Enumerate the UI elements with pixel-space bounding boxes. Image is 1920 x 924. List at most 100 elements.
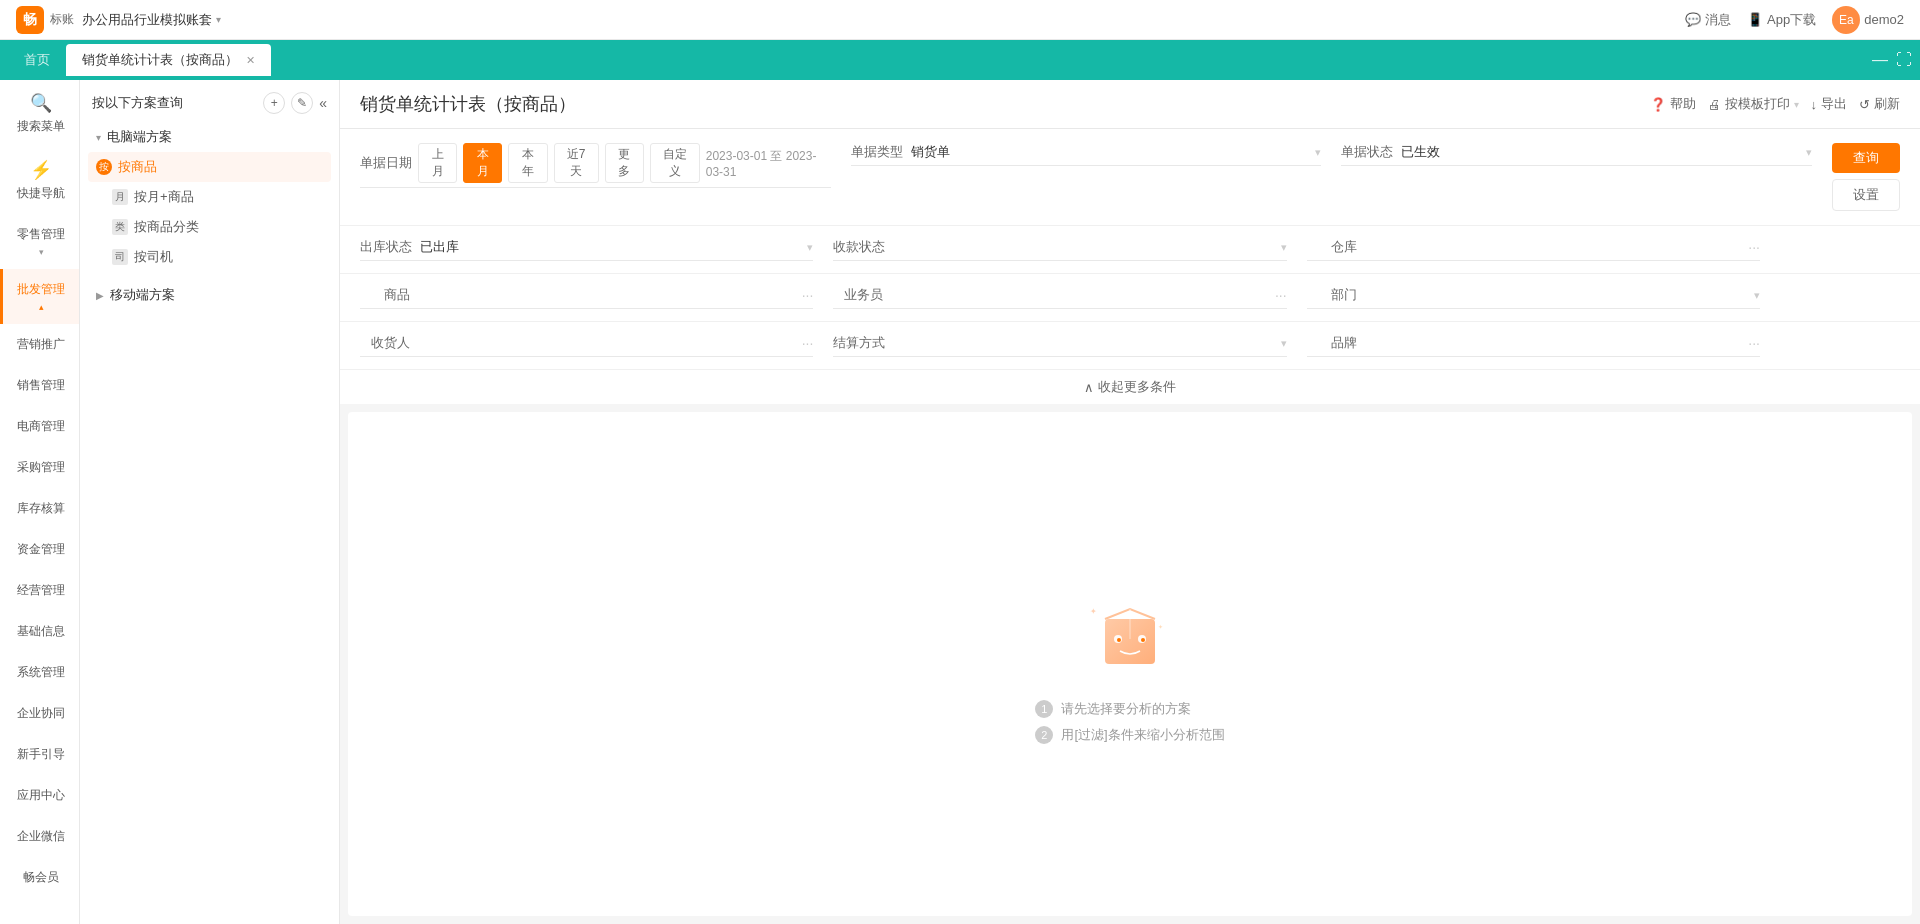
doc-type-dropdown-icon[interactable]: ▾ — [1315, 146, 1321, 159]
marketing-label: 营销推广 — [17, 336, 65, 353]
date-btn-7days[interactable]: 近7天 — [554, 143, 599, 183]
mobile-scheme-group: ▶ 移动端方案 — [80, 280, 339, 310]
sidebar-item-member[interactable]: 畅会员 — [0, 857, 79, 898]
brand-ellipsis[interactable]: ··· — [1748, 335, 1760, 351]
date-btn-this-year[interactable]: 本年 — [508, 143, 547, 183]
edit-scheme-button[interactable]: ✎ — [291, 92, 313, 114]
newbie-label: 新手引导 — [17, 746, 65, 763]
collapse-panel-button[interactable]: « — [319, 95, 327, 111]
date-btn-custom[interactable]: 自定义 — [650, 143, 700, 183]
mobile-scheme-label: 移动端方案 — [110, 286, 175, 304]
refresh-button[interactable]: ↺ 刷新 — [1859, 95, 1900, 113]
tab-minimize-icon[interactable]: — — [1872, 51, 1888, 69]
page-header: 销货单统计计表（按商品） ❓ 帮助 🖨 按模板打印 ▾ ↓ — [340, 80, 1920, 129]
sidebar-item-quicknav[interactable]: ⚡ 快捷导航 — [0, 147, 79, 214]
sidebar-item-corpwechat[interactable]: 企业微信 — [0, 816, 79, 857]
wholesale-label: 批发管理 — [17, 281, 65, 298]
hint-num-2: 2 — [1035, 726, 1053, 744]
sidebar-item-appcenter[interactable]: 应用中心 — [0, 775, 79, 816]
message-button[interactable]: 💬 消息 — [1685, 11, 1731, 29]
sidebar-item-enterprise[interactable]: 企业协同 — [0, 693, 79, 734]
receiver-label: 收货人 — [360, 334, 410, 352]
warehouse-ellipsis[interactable]: ··· — [1748, 239, 1760, 255]
search-icon: 🔍 — [30, 92, 52, 114]
add-scheme-button[interactable]: + — [263, 92, 285, 114]
tab-home[interactable]: 首页 — [8, 44, 66, 76]
help-icon: ❓ — [1650, 97, 1666, 112]
sidebar-item-newbie[interactable]: 新手引导 — [0, 734, 79, 775]
empty-state: ✦ ✦ 1 请先选择要分析的方案 2 用[过滤]条件来缩小分析范围 — [348, 412, 1912, 916]
sidebar-item-sales[interactable]: 销售管理 — [0, 365, 79, 406]
payment-status-dropdown[interactable]: ▾ — [1281, 241, 1287, 254]
sidebar-item-finance[interactable]: 资金管理 — [0, 529, 79, 570]
scheme-item-by-month-goods[interactable]: 月 按月+商品 — [88, 182, 331, 212]
avatar: Ea — [1832, 6, 1860, 34]
pc-scheme-group: ▾ 电脑端方案 按 按商品 月 按月+商品 类 按商品分类 司 按司机 — [80, 122, 339, 272]
doc-type-value: 销货单 ▾ — [911, 143, 1322, 161]
pc-scheme-arrow: ▾ — [96, 132, 101, 143]
filter-panel: 按以下方案查询 + ✎ « ▾ 电脑端方案 按 按商品 月 按月 — [80, 80, 340, 924]
date-btn-this-month[interactable]: 本月 — [463, 143, 502, 183]
print-button[interactable]: 🖨 按模板打印 ▾ — [1708, 95, 1799, 113]
query-button[interactable]: 查询 — [1832, 143, 1900, 173]
stock-out-dropdown[interactable]: ▾ — [807, 241, 813, 254]
sidebar-item-purchase[interactable]: 采购管理 — [0, 447, 79, 488]
help-label: 帮助 — [1670, 95, 1696, 113]
sidebar-search-label: 搜索菜单 — [17, 118, 65, 135]
collapse-label: 收起更多条件 — [1098, 378, 1176, 396]
tab-bar: 首页 销货单统计计表（按商品） ✕ — ⛶ — [0, 40, 1920, 80]
pc-scheme-header[interactable]: ▾ 电脑端方案 — [88, 122, 331, 152]
logo-icon: 畅 — [16, 6, 44, 34]
workspace-selector[interactable]: 办公用品行业模拟账套 ▾ — [82, 11, 221, 29]
doc-status-dropdown-icon[interactable]: ▾ — [1806, 146, 1812, 159]
payment-method-label: 结算方式 — [833, 334, 885, 352]
scheme-icon-by-goods: 按 — [96, 159, 112, 175]
sidebar-item-inventory[interactable]: 库存核算 — [0, 488, 79, 529]
salesperson-value: ··· — [891, 287, 1286, 303]
payment-method-value: ▾ — [893, 337, 1286, 350]
sidebar-item-retail[interactable]: 零售管理 ▾ — [0, 214, 79, 269]
payment-status-label: 收款状态 — [833, 238, 885, 256]
sidebar-item-search[interactable]: 🔍 搜索菜单 — [0, 80, 79, 147]
goods-ellipsis[interactable]: ··· — [802, 287, 814, 303]
export-button[interactable]: ↓ 导出 — [1811, 95, 1848, 113]
date-btn-more[interactable]: 更多 — [605, 143, 644, 183]
sidebar-item-operation[interactable]: 经营管理 — [0, 570, 79, 611]
tab-maximize-icon[interactable]: ⛶ — [1896, 51, 1912, 69]
sidebar-item-basic[interactable]: 基础信息 — [0, 611, 79, 652]
empty-hints: 1 请先选择要分析的方案 2 用[过滤]条件来缩小分析范围 — [1035, 700, 1224, 744]
help-button[interactable]: ❓ 帮助 — [1650, 95, 1696, 113]
user-profile[interactable]: Ea demo2 — [1832, 6, 1904, 34]
sidebar-item-ecommerce[interactable]: 电商管理 — [0, 406, 79, 447]
scheme-item-driver-label: 按司机 — [134, 248, 173, 266]
query-buttons: 查询 设置 — [1832, 143, 1900, 211]
hint-text-2: 用[过滤]条件来缩小分析范围 — [1061, 726, 1224, 744]
date-btn-last-month[interactable]: 上月 — [418, 143, 457, 183]
filter-panel-header: 按以下方案查询 + ✎ « — [80, 80, 339, 122]
tab-sales-stat[interactable]: 销货单统计计表（按商品） ✕ — [66, 44, 271, 76]
purchase-label: 采购管理 — [17, 459, 65, 476]
refresh-icon: ↺ — [1859, 97, 1870, 112]
payment-method-dropdown[interactable]: ▾ — [1281, 337, 1287, 350]
content-area: 按以下方案查询 + ✎ « ▾ 电脑端方案 按 按商品 月 按月 — [80, 80, 1920, 924]
receiver-ellipsis[interactable]: ··· — [802, 335, 814, 351]
sidebar-item-system[interactable]: 系统管理 — [0, 652, 79, 693]
sidebar-item-marketing[interactable]: 营销推广 — [0, 324, 79, 365]
sidebar-item-wholesale[interactable]: 批发管理 ▴ — [0, 269, 79, 324]
tab-close-icon[interactable]: ✕ — [246, 54, 255, 67]
filter-row-1-container: 单据日期 上月 本月 本年 近7天 更多 自定义 2023-03-01 至 20… — [340, 129, 1920, 226]
hint-num-1: 1 — [1035, 700, 1053, 718]
salesperson-ellipsis[interactable]: ··· — [1275, 287, 1287, 303]
doc-status-text: 已生效 — [1401, 143, 1440, 161]
scheme-item-by-driver[interactable]: 司 按司机 — [88, 242, 331, 272]
mobile-scheme-header[interactable]: ▶ 移动端方案 — [88, 280, 331, 310]
department-dropdown[interactable]: ▾ — [1754, 289, 1760, 302]
collapse-row[interactable]: ∧ 收起更多条件 — [340, 369, 1920, 404]
filter-panel-actions: + ✎ « — [263, 92, 327, 114]
scheme-item-by-goods[interactable]: 按 按商品 — [88, 152, 331, 182]
app-download-label: App下载 — [1767, 11, 1816, 29]
setting-button[interactable]: 设置 — [1832, 179, 1900, 211]
scheme-item-by-goods-cat[interactable]: 类 按商品分类 — [88, 212, 331, 242]
scheme-item-cat-label: 按商品分类 — [134, 218, 199, 236]
app-download-button[interactable]: 📱 App下载 — [1747, 11, 1816, 29]
